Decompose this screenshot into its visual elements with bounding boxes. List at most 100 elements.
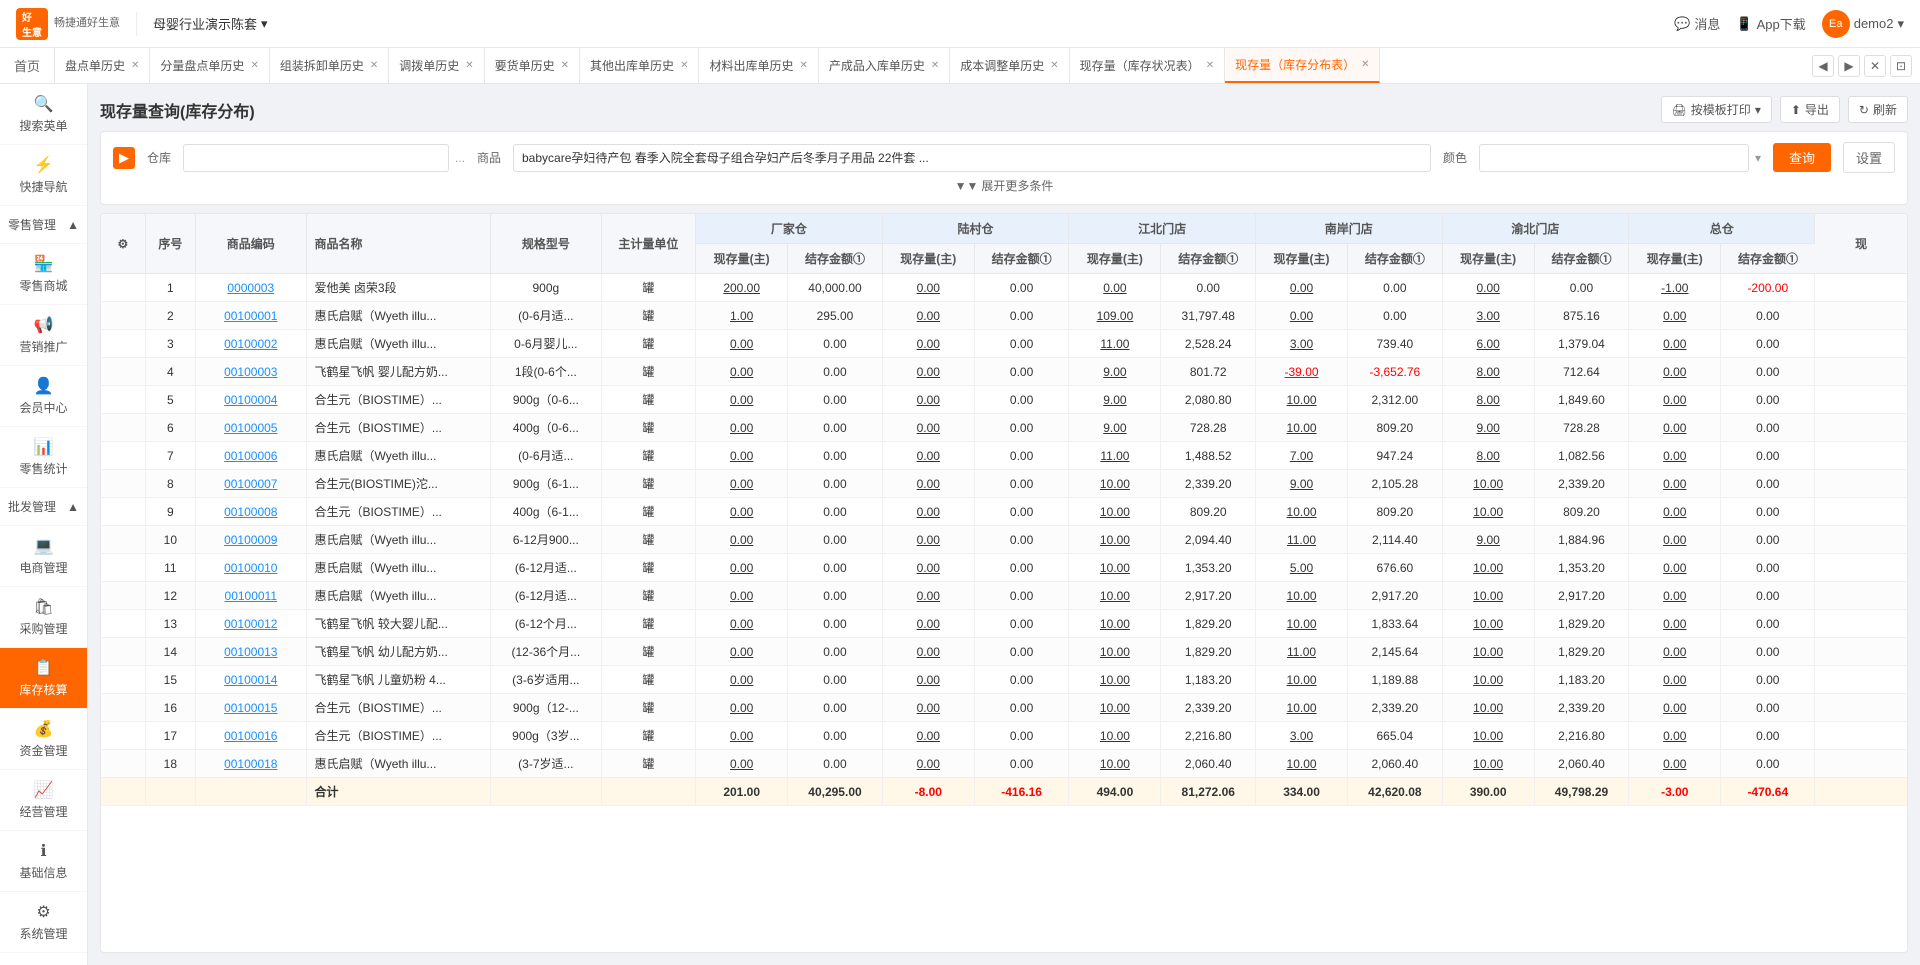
tab-close-icon[interactable]: ✕ <box>370 60 378 71</box>
cell-lcc-qty[interactable]: 0.00 <box>882 582 974 610</box>
cell-nams-qty[interactable]: 10.00 <box>1256 666 1348 694</box>
cell-nams-qty[interactable]: 10.00 <box>1256 750 1348 778</box>
cell-jbmd-qty[interactable]: 9.00 <box>1069 414 1161 442</box>
cell-lcc-qty[interactable]: 0.00 <box>882 526 974 554</box>
tab-item[interactable]: 调拨单历史✕ <box>389 48 484 83</box>
sidebar-item-系统管理[interactable]: ⚙系统管理 <box>0 892 87 953</box>
cell-zc-qty[interactable]: 0.00 <box>1629 722 1721 750</box>
color-input[interactable] <box>1479 144 1749 172</box>
cell-cjc-qty[interactable]: 0.00 <box>696 498 788 526</box>
cell-zc-qty[interactable]: -1.00 <box>1629 274 1721 302</box>
sidebar-item-资金管理[interactable]: 💰资金管理 <box>0 709 87 770</box>
tab-home[interactable]: 首页 <box>0 48 55 83</box>
cell-cjc-qty[interactable]: 0.00 <box>696 470 788 498</box>
cell-ybmd-qty[interactable]: 9.00 <box>1442 414 1534 442</box>
sidebar-item-批发管理[interactable]: 批发管理▲ <box>0 488 87 526</box>
cell-lcc-qty[interactable]: 0.00 <box>882 722 974 750</box>
cell-lcc-qty[interactable]: 0.00 <box>882 358 974 386</box>
cell-nams-qty[interactable]: 10.00 <box>1256 414 1348 442</box>
tab-close-icon[interactable]: ✕ <box>1361 59 1369 70</box>
cell-cjc-qty[interactable]: 0.00 <box>696 554 788 582</box>
cell-lcc-qty[interactable]: 0.00 <box>882 554 974 582</box>
cell-code[interactable]: 00100001 <box>196 302 306 330</box>
cell-zc-qty[interactable]: 0.00 <box>1629 750 1721 778</box>
cell-zc-qty[interactable]: 0.00 <box>1629 386 1721 414</box>
cell-lcc-qty[interactable]: 0.00 <box>882 666 974 694</box>
cell-jbmd-qty[interactable]: 0.00 <box>1069 274 1161 302</box>
tab-close-icon[interactable]: ✕ <box>931 60 939 71</box>
cell-cjc-qty[interactable]: 0.00 <box>696 442 788 470</box>
filter-expand-btn[interactable]: ▼▼ 展开更多条件 <box>955 177 1054 194</box>
cell-code[interactable]: 00100018 <box>196 750 306 778</box>
cell-cjc-qty[interactable]: 1.00 <box>696 302 788 330</box>
cell-cjc-qty[interactable]: 0.00 <box>696 582 788 610</box>
cell-code[interactable]: 00100013 <box>196 638 306 666</box>
tab-item[interactable]: 现存量（库存分布表）✕ <box>1225 48 1380 83</box>
sidebar-item-快捷导航[interactable]: ⚡快捷导航 <box>0 145 87 206</box>
cell-zc-qty[interactable]: 0.00 <box>1629 302 1721 330</box>
cell-code[interactable]: 00100012 <box>196 610 306 638</box>
cell-nams-qty[interactable]: 10.00 <box>1256 610 1348 638</box>
cell-ybmd-qty[interactable]: 10.00 <box>1442 750 1534 778</box>
th-settings[interactable]: ⚙ <box>101 214 145 274</box>
filter-toggle-btn[interactable]: ▶ <box>113 147 135 169</box>
cell-ybmd-qty[interactable]: 8.00 <box>1442 442 1534 470</box>
cell-zc-qty[interactable]: 0.00 <box>1629 694 1721 722</box>
cell-jbmd-qty[interactable]: 10.00 <box>1069 498 1161 526</box>
sidebar-item-采购管理[interactable]: 🛍采购管理 <box>0 587 87 648</box>
cell-nams-qty[interactable]: 7.00 <box>1256 442 1348 470</box>
cell-cjc-qty[interactable]: 0.00 <box>696 694 788 722</box>
tab-item[interactable]: 要货单历史✕ <box>485 48 580 83</box>
cell-ybmd-qty[interactable]: 10.00 <box>1442 470 1534 498</box>
cell-jbmd-qty[interactable]: 10.00 <box>1069 582 1161 610</box>
cell-code[interactable]: 00100008 <box>196 498 306 526</box>
cell-zc-qty[interactable]: 0.00 <box>1629 638 1721 666</box>
cell-code[interactable]: 00100004 <box>196 386 306 414</box>
cell-ybmd-qty[interactable]: 8.00 <box>1442 386 1534 414</box>
cell-code[interactable]: 00100009 <box>196 526 306 554</box>
cell-zc-qty[interactable]: 0.00 <box>1629 330 1721 358</box>
warehouse-input[interactable] <box>183 144 449 172</box>
cell-cjc-qty[interactable]: 0.00 <box>696 386 788 414</box>
tab-prev-btn[interactable]: ◀ <box>1812 55 1834 77</box>
tab-close-icon[interactable]: ✕ <box>799 60 807 71</box>
cell-nams-qty[interactable]: 10.00 <box>1256 582 1348 610</box>
sidebar-item-基础信息[interactable]: ℹ基础信息 <box>0 831 87 892</box>
cell-ybmd-qty[interactable]: 3.00 <box>1442 302 1534 330</box>
cell-nams-qty[interactable]: 9.00 <box>1256 470 1348 498</box>
sidebar-item-营销推广[interactable]: 📢营销推广 <box>0 305 87 366</box>
cell-lcc-qty[interactable]: 0.00 <box>882 470 974 498</box>
cell-ybmd-qty[interactable]: 10.00 <box>1442 722 1534 750</box>
cell-ybmd-qty[interactable]: 8.00 <box>1442 358 1534 386</box>
cell-nams-qty[interactable]: 5.00 <box>1256 554 1348 582</box>
tab-item[interactable]: 其他出库单历史✕ <box>580 48 699 83</box>
sidebar-item-电商管理[interactable]: 💻电商管理 <box>0 526 87 587</box>
cell-jbmd-qty[interactable]: 10.00 <box>1069 610 1161 638</box>
cell-nams-qty[interactable]: 0.00 <box>1256 302 1348 330</box>
tab-close-icon[interactable]: ✕ <box>250 60 258 71</box>
tab-item[interactable]: 产成品入库单历史✕ <box>819 48 950 83</box>
cell-lcc-qty[interactable]: 0.00 <box>882 610 974 638</box>
tab-item[interactable]: 材料出库单历史✕ <box>699 48 818 83</box>
cell-ybmd-qty[interactable]: 10.00 <box>1442 610 1534 638</box>
cell-zc-qty[interactable]: 0.00 <box>1629 554 1721 582</box>
cell-zc-qty[interactable]: 0.00 <box>1629 358 1721 386</box>
cell-jbmd-qty[interactable]: 10.00 <box>1069 694 1161 722</box>
sidebar-item-企业协同[interactable]: 🤝企业协同 <box>0 953 87 965</box>
cell-cjc-qty[interactable]: 0.00 <box>696 638 788 666</box>
cell-code[interactable]: 00100014 <box>196 666 306 694</box>
tab-close-icon[interactable]: ✕ <box>131 60 139 71</box>
tab-item[interactable]: 盘点单历史✕ <box>55 48 150 83</box>
cell-ybmd-qty[interactable]: 10.00 <box>1442 638 1534 666</box>
sidebar-item-零售管理[interactable]: 零售管理▲ <box>0 206 87 244</box>
cell-code[interactable]: 00100011 <box>196 582 306 610</box>
cell-lcc-qty[interactable]: 0.00 <box>882 750 974 778</box>
cell-cjc-qty[interactable]: 0.00 <box>696 722 788 750</box>
sidebar-item-会员中心[interactable]: 👤会员中心 <box>0 366 87 427</box>
cell-cjc-qty[interactable]: 0.00 <box>696 330 788 358</box>
print-btn[interactable]: 🖨 按模板打印 ▾ <box>1661 96 1772 123</box>
cell-nams-qty[interactable]: 0.00 <box>1256 274 1348 302</box>
sidebar-item-零售统计[interactable]: 📊零售统计 <box>0 427 87 488</box>
cell-code[interactable]: 00100002 <box>196 330 306 358</box>
message-btn[interactable]: 💬 消息 <box>1674 14 1720 33</box>
